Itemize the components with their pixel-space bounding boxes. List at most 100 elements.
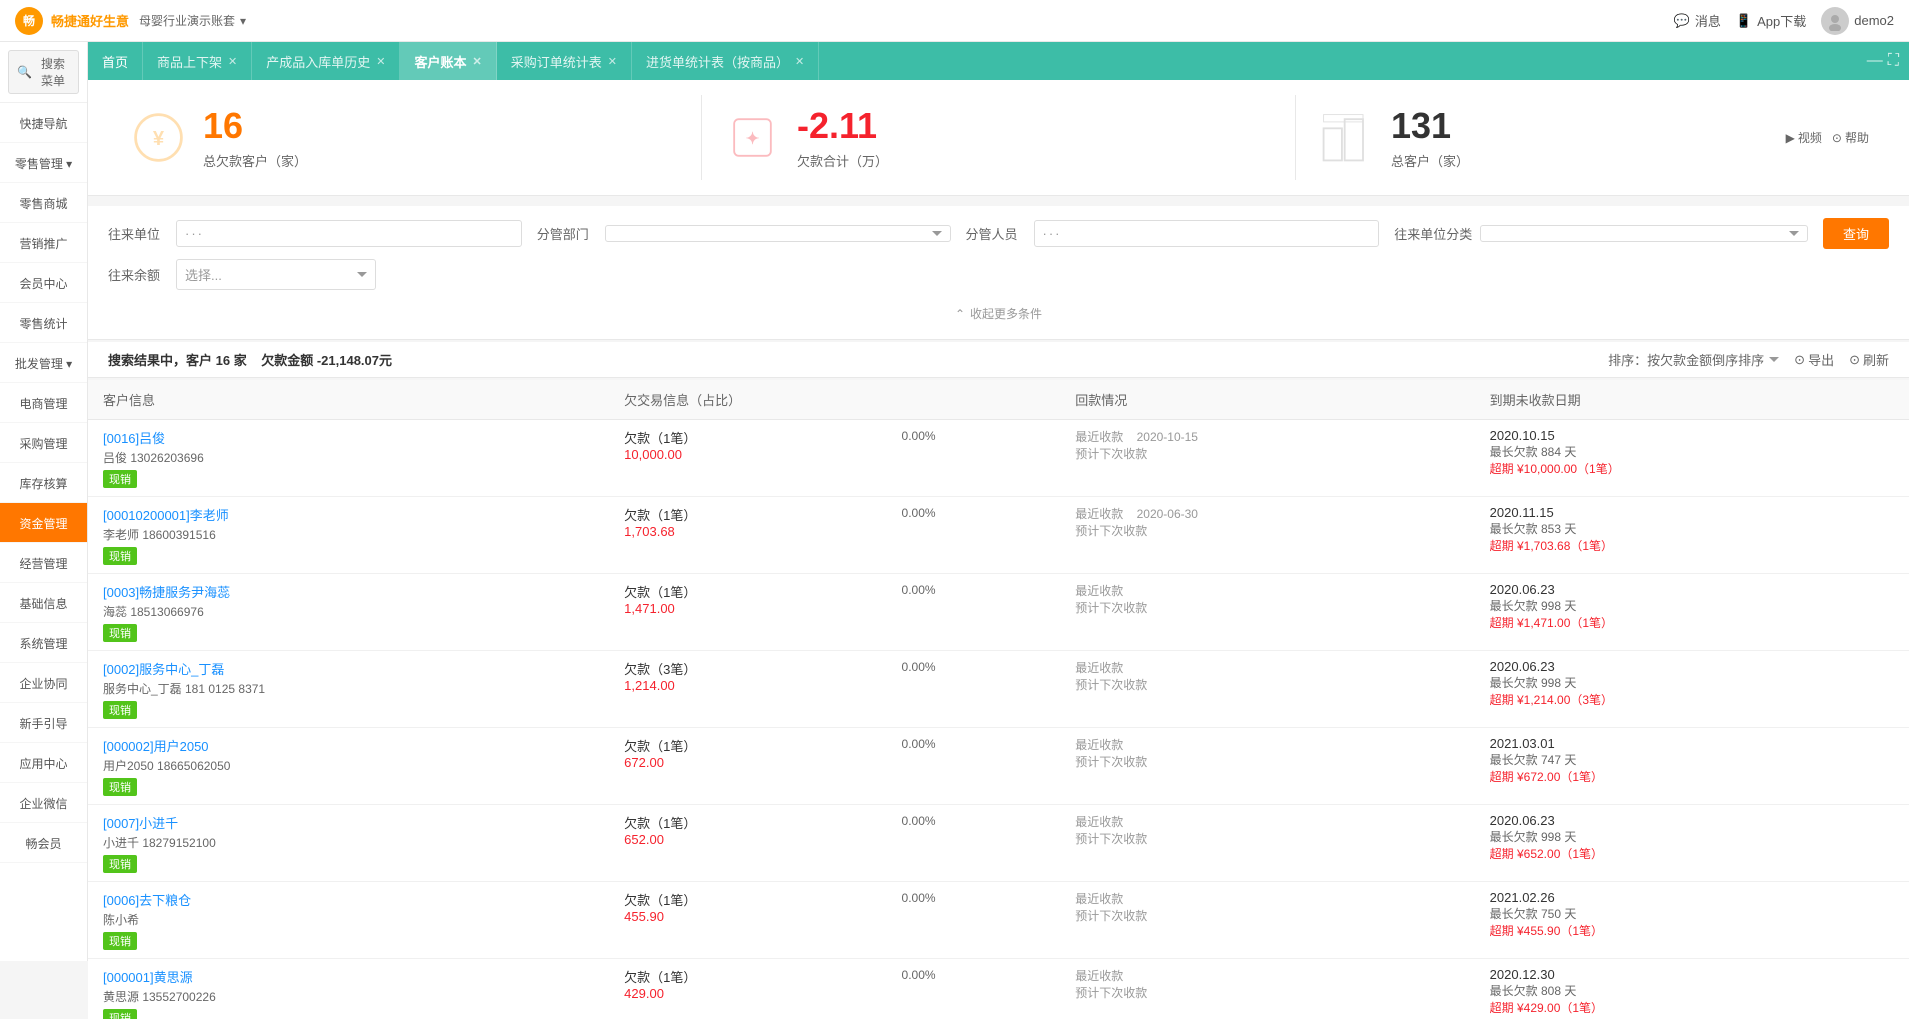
sidebar-item-newbie[interactable]: 新手引导	[0, 703, 87, 743]
refresh-button[interactable]: ⊙ 刷新	[1849, 350, 1889, 369]
debt-amount-2[interactable]: 1,471.00	[624, 601, 871, 616]
debt-count-0: 欠款（1笔）	[624, 428, 871, 447]
tab-product-instock[interactable]: 产成品入库单历史 ✕	[252, 42, 400, 80]
department-select[interactable]	[605, 225, 951, 242]
help-link[interactable]: ⊙ 帮助	[1832, 129, 1869, 146]
customer-name-1[interactable]: [00010200001]李老师	[103, 505, 594, 524]
overdue-link-2[interactable]: 超期 ¥1,471.00（1笔）	[1490, 614, 1894, 631]
tab-expand-icon[interactable]: ⛶	[1888, 52, 1899, 70]
tab-product-offline-close[interactable]: ✕	[228, 55, 237, 68]
sidebar-item-app-center[interactable]: 应用中心	[0, 743, 87, 783]
debt-amount-0[interactable]: 10,000.00	[624, 447, 871, 462]
customer-name-0[interactable]: [0016]吕俊	[103, 428, 594, 447]
customer-name-2[interactable]: [0003]畅捷服务尹海蕊	[103, 582, 594, 601]
sidebar-item-marketing[interactable]: 营销推广	[0, 223, 87, 263]
sidebar-item-inventory[interactable]: 库存核算	[0, 463, 87, 503]
sidebar-item-enterprise[interactable]: 企业协同	[0, 663, 87, 703]
debt-percent-5: 0.00%	[902, 814, 936, 828]
tab-instock-stat[interactable]: 进货单统计表（按商品） ✕	[632, 42, 819, 80]
debt-amount-4[interactable]: 672.00	[624, 755, 871, 770]
overdue-customers-value: 16	[203, 105, 307, 147]
tab-purchase-order-close[interactable]: ✕	[608, 55, 617, 68]
debt-percent-1: 0.00%	[902, 506, 936, 520]
overdue-link-5[interactable]: 超期 ¥652.00（1笔）	[1490, 845, 1894, 862]
due-date-5: 2020.06.23	[1490, 813, 1894, 828]
overdue-link-1[interactable]: 超期 ¥1,703.68（1笔）	[1490, 537, 1894, 554]
debt-amount-3[interactable]: 1,214.00	[624, 678, 871, 693]
person-input[interactable]: ···	[1034, 220, 1380, 247]
tab-product-instock-label: 产成品入库单历史	[266, 52, 370, 71]
table-row: [0003]畅捷服务尹海蕊 海蕊 18513066976 现销 欠款（1笔） 1…	[88, 574, 1909, 651]
tab-home[interactable]: 首页	[88, 42, 143, 80]
debt-count-3: 欠款（3笔）	[624, 659, 871, 678]
tab-customer-account[interactable]: 客户账本 ✕	[400, 42, 496, 80]
store-selector[interactable]: 母婴行业演示账套 ▾	[139, 12, 246, 29]
th-debt-info: 欠交易信息（占比）	[609, 380, 1060, 420]
overdue-link-6[interactable]: 超期 ¥455.90（1笔）	[1490, 922, 1894, 939]
sidebar-item-retail-mgmt[interactable]: 零售管理 ▾	[0, 143, 87, 183]
debt-amount-5[interactable]: 652.00	[624, 832, 871, 847]
table-body: [0016]吕俊 吕俊 13026203696 现销 欠款（1笔） 10,000…	[88, 420, 1909, 1019]
total-customers-label: 总客户（家）	[1391, 151, 1469, 170]
collapse-btn[interactable]: ⌃ 收起更多条件	[108, 300, 1889, 327]
sidebar-item-purchase[interactable]: 采购管理	[0, 423, 87, 463]
tab-product-instock-close[interactable]: ✕	[376, 55, 385, 68]
sidebar-item-quick-nav[interactable]: 快捷导航	[0, 103, 87, 143]
result-info: 搜索结果中，客户 16 家 欠款金额 -21,148.07元	[108, 350, 392, 369]
sidebar-item-operations[interactable]: 经营管理	[0, 543, 87, 583]
refresh-icon: ⊙	[1849, 352, 1860, 368]
collapse-icon: ⌃	[955, 307, 965, 321]
debt-amount-1[interactable]: 1,703.68	[624, 524, 871, 539]
overdue-link-0[interactable]: 超期 ¥10,000.00（1笔）	[1490, 460, 1894, 477]
tab-purchase-order[interactable]: 采购订单统计表 ✕	[497, 42, 632, 80]
td-customer-info-3: [0002]服务中心_丁磊 服务中心_丁磊 181 0125 8371 现销	[88, 651, 609, 728]
overdue-link-3[interactable]: 超期 ¥1,214.00（3笔）	[1490, 691, 1894, 708]
customer-name-4[interactable]: [000002]用户2050	[103, 736, 594, 755]
message-button[interactable]: 💬 消息	[1674, 11, 1721, 30]
balance-chevron	[357, 272, 367, 277]
app-download-button[interactable]: 📱 App下载	[1736, 11, 1806, 30]
debt-count-5: 欠款（1笔）	[624, 813, 871, 832]
td-repay-6: 最近收款 预计下次收款	[1060, 882, 1474, 959]
export-button[interactable]: ⊙ 导出	[1794, 350, 1834, 369]
repay-next-label-5: 预计下次收款	[1075, 830, 1459, 847]
sidebar-item-enterprise-wechat[interactable]: 企业微信	[0, 783, 87, 823]
tab-product-offline[interactable]: 商品上下架 ✕	[143, 42, 252, 80]
customer-name-5[interactable]: [0007]小进千	[103, 813, 594, 832]
tab-collapse-icon[interactable]: —	[1867, 52, 1883, 70]
td-due-date-0: 2020.10.15 最长欠款 884 天 超期 ¥10,000.00（1笔）	[1475, 420, 1909, 497]
sidebar-item-retail-mall[interactable]: 零售商城	[0, 183, 87, 223]
department-chevron	[932, 231, 942, 236]
tab-customer-account-close[interactable]: ✕	[473, 55, 482, 68]
from-unit-input[interactable]: ···	[176, 220, 522, 247]
search-menu-button[interactable]: 🔍 搜索菜单	[8, 50, 79, 94]
video-link[interactable]: ▶ 视频	[1786, 129, 1822, 146]
sidebar-item-retail-stat[interactable]: 零售统计	[0, 303, 87, 343]
debt-percent-2: 0.00%	[902, 583, 936, 597]
sidebar-item-ecommerce[interactable]: 电商管理	[0, 383, 87, 423]
debt-amount-7[interactable]: 429.00	[624, 986, 871, 1001]
max-days-0: 最长欠款 884 天	[1490, 443, 1894, 460]
tab-customer-account-label: 客户账本	[414, 52, 466, 71]
sidebar-item-finance[interactable]: 资金管理	[0, 503, 87, 543]
sidebar-item-basic-info[interactable]: 基础信息	[0, 583, 87, 623]
balance-select[interactable]: 选择...	[176, 259, 376, 290]
stat-icon-amount: ✦	[722, 108, 782, 168]
overdue-link-4[interactable]: 超期 ¥672.00（1笔）	[1490, 768, 1894, 785]
tab-instock-stat-close[interactable]: ✕	[795, 55, 804, 68]
unit-category-select[interactable]	[1480, 225, 1808, 242]
sidebar-item-batch-mgmt[interactable]: 批发管理 ▾	[0, 343, 87, 383]
customer-name-6[interactable]: [0006]去下粮仓	[103, 890, 594, 909]
filter-area: 往来单位 ··· 分管部门 分管人员 ···	[88, 206, 1909, 340]
sort-select[interactable]: 排序：按欠款金额倒序排序	[1608, 350, 1779, 369]
customer-name-3[interactable]: [0002]服务中心_丁磊	[103, 659, 594, 678]
sidebar-item-member[interactable]: 会员中心	[0, 263, 87, 303]
overdue-link-7[interactable]: 超期 ¥429.00（1笔）	[1490, 999, 1894, 1016]
play-icon: ▶	[1786, 131, 1795, 145]
sidebar-item-membership[interactable]: 畅会员	[0, 823, 87, 863]
sidebar-item-system[interactable]: 系统管理	[0, 623, 87, 663]
customer-name-7[interactable]: [000001]黄思源	[103, 967, 594, 986]
debt-amount-6[interactable]: 455.90	[624, 909, 871, 924]
user-menu[interactable]: demo2	[1821, 7, 1894, 35]
search-button[interactable]: 查询	[1823, 218, 1889, 249]
